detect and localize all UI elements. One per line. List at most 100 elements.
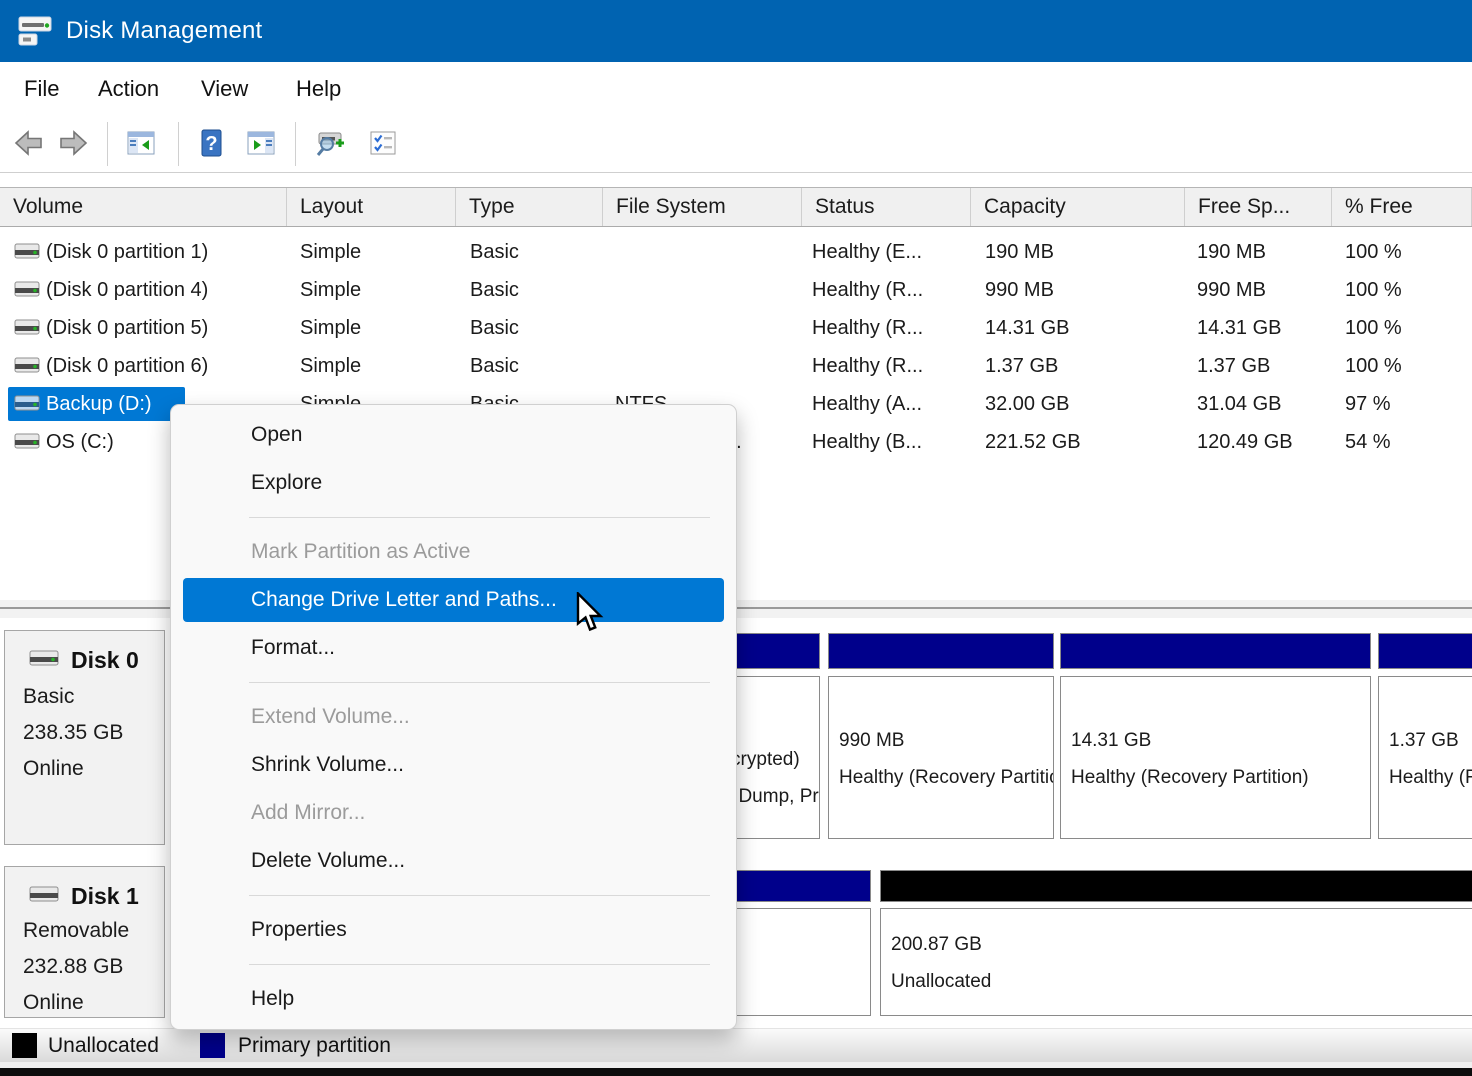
menu-bar: File Action View Help: [0, 62, 1472, 116]
menu-separator: [171, 885, 736, 906]
volume-disk-icon: [14, 394, 40, 414]
partition-text-line: Healthy (Recovery Partition): [839, 767, 1054, 789]
cell-status: Healthy (R...: [812, 309, 923, 347]
context-menu-item-delete-volume---[interactable]: Delete Volume...: [171, 837, 736, 885]
cell-type: Basic: [470, 233, 519, 271]
context-menu-item-format---[interactable]: Format...: [171, 624, 736, 672]
toolbar-separator: [295, 122, 296, 166]
column-header-free-sp---[interactable]: Free Sp...: [1185, 188, 1332, 226]
context-menu-item-open[interactable]: Open: [171, 411, 736, 459]
menu-separator: [171, 954, 736, 975]
legend-swatch-unallocated: [12, 1033, 37, 1058]
toolbar-separator: [178, 122, 179, 166]
cell-free: 1.37 GB: [1197, 347, 1270, 385]
menu-separator: [171, 507, 736, 528]
cell-capacity: 1.37 GB: [985, 347, 1058, 385]
table-row[interactable]: (Disk 0 partition 4)SimpleBasicHealthy (…: [0, 271, 1472, 309]
column-header-capacity[interactable]: Capacity: [971, 188, 1185, 226]
back-arrow-icon[interactable]: [14, 128, 44, 158]
menu-file[interactable]: File: [22, 72, 61, 106]
context-menu-item-add-mirror---: Add Mirror...: [171, 789, 736, 837]
cell-volume: Backup (D:): [46, 385, 152, 423]
cell-layout: Simple: [300, 347, 361, 385]
legend-swatch-primary-partition: [200, 1033, 225, 1058]
cell-layout: Simple: [300, 271, 361, 309]
toolbar: ?: [0, 115, 1472, 173]
volume-disk-icon: [14, 242, 40, 262]
svg-text:?: ?: [205, 133, 217, 155]
checklist-icon[interactable]: [368, 128, 398, 158]
cell-volume: OS (C:): [46, 423, 114, 461]
context-menu-item-properties[interactable]: Properties: [171, 906, 736, 954]
partition-text-line: Unallocated: [891, 971, 991, 993]
disk-name: Disk 1: [71, 883, 139, 910]
volume-disk-icon: [14, 318, 40, 338]
cell-layout: Simple: [300, 233, 361, 271]
cell-status: Healthy (R...: [812, 347, 923, 385]
disk-size: 232.88 GB: [23, 955, 123, 979]
context-menu-item-mark-partition-as-active: Mark Partition as Active: [171, 528, 736, 576]
context-menu-item-explore[interactable]: Explore: [171, 459, 736, 507]
partition-text-line: 990 MB: [839, 730, 904, 752]
cell-pct_free: 97 %: [1345, 385, 1391, 423]
cell-volume: (Disk 0 partition 5): [46, 309, 208, 347]
show-console-tree-icon[interactable]: [126, 128, 156, 158]
table-row[interactable]: (Disk 0 partition 5)SimpleBasicHealthy (…: [0, 309, 1472, 347]
column-header---free[interactable]: % Free: [1332, 188, 1472, 226]
menu-action[interactable]: Action: [96, 72, 161, 106]
cell-capacity: 14.31 GB: [985, 309, 1070, 347]
show-action-pane-icon[interactable]: [246, 128, 276, 158]
partition-box[interactable]: 1.37 GBHealthy (Recovery Partition): [1378, 676, 1472, 839]
table-row[interactable]: (Disk 0 partition 1)SimpleBasicHealthy (…: [0, 233, 1472, 271]
disk-size: 238.35 GB: [23, 721, 123, 745]
disk-label-panel-0[interactable]: Disk 0 Basic 238.35 GB Online: [4, 630, 165, 845]
cell-free: 990 MB: [1197, 271, 1266, 309]
column-header-file-system[interactable]: File System: [603, 188, 802, 226]
cell-capacity: 990 MB: [985, 271, 1054, 309]
partition-color-band: [1060, 633, 1371, 669]
forward-arrow-icon[interactable]: [58, 128, 88, 158]
column-header-status[interactable]: Status: [802, 188, 971, 226]
cell-free: 190 MB: [1197, 233, 1266, 271]
partition-box[interactable]: 200.87 GB Unallocated: [880, 908, 1472, 1016]
context-menu-item-shrink-volume---[interactable]: Shrink Volume...: [171, 741, 736, 789]
cell-type: Basic: [470, 347, 519, 385]
cell-pct_free: 100 %: [1345, 347, 1402, 385]
column-header-volume[interactable]: Volume: [0, 188, 287, 226]
legend-label: Primary partition: [238, 1029, 391, 1063]
column-header-type[interactable]: Type: [456, 188, 603, 226]
context-menu-item-change-drive-letter-and-paths---[interactable]: Change Drive Letter and Paths...: [183, 578, 724, 622]
toolbar-separator: [107, 122, 108, 166]
rescan-disks-icon[interactable]: [314, 128, 344, 158]
disk-label-panel-1[interactable]: Disk 1Removable232.88 GBOnline: [4, 866, 165, 1018]
legend-bar: UnallocatedPrimary partition: [0, 1028, 1472, 1063]
partition-color-band: [880, 870, 1472, 902]
table-row[interactable]: (Disk 0 partition 6) Simple Basic Healthy (…: [0, 347, 1472, 385]
disk-icon: [29, 649, 59, 669]
disk-name: Disk 0: [71, 647, 139, 674]
column-header-layout[interactable]: Layout: [287, 188, 456, 226]
partition-color-band: [828, 633, 1054, 669]
partition-box[interactable]: 14.31 GBHealthy (Recovery Partition): [1060, 676, 1371, 839]
window-title: Disk Management: [66, 17, 262, 45]
cell-free: 31.04 GB: [1197, 385, 1282, 423]
cell-volume: (Disk 0 partition 6): [46, 347, 208, 385]
cell-layout: Simple: [300, 309, 361, 347]
partition-text-line: 200.87 GB: [891, 934, 982, 956]
disk-status: Online: [23, 757, 84, 781]
mouse-cursor: [572, 592, 608, 634]
partition-box[interactable]: 990 MB Healthy (Recovery Partition): [828, 676, 1054, 839]
menu-view[interactable]: View: [199, 72, 250, 106]
volume-disk-icon: [14, 280, 40, 300]
menu-separator: [171, 672, 736, 693]
partition-color-band: [1378, 633, 1472, 669]
volume-disk-icon: [14, 356, 40, 376]
context-menu-item-help[interactable]: Help: [171, 975, 736, 1023]
disk-management-window: Disk Management File Action View Help ?: [0, 0, 1472, 1076]
title-bar: Disk Management: [0, 0, 1472, 62]
cell-capacity: 32.00 GB: [985, 385, 1070, 423]
cell-pct_free: 54 %: [1345, 423, 1391, 461]
help-icon[interactable]: ?: [196, 128, 226, 158]
disk-kind: Basic: [23, 685, 74, 709]
menu-help[interactable]: Help: [294, 72, 343, 106]
